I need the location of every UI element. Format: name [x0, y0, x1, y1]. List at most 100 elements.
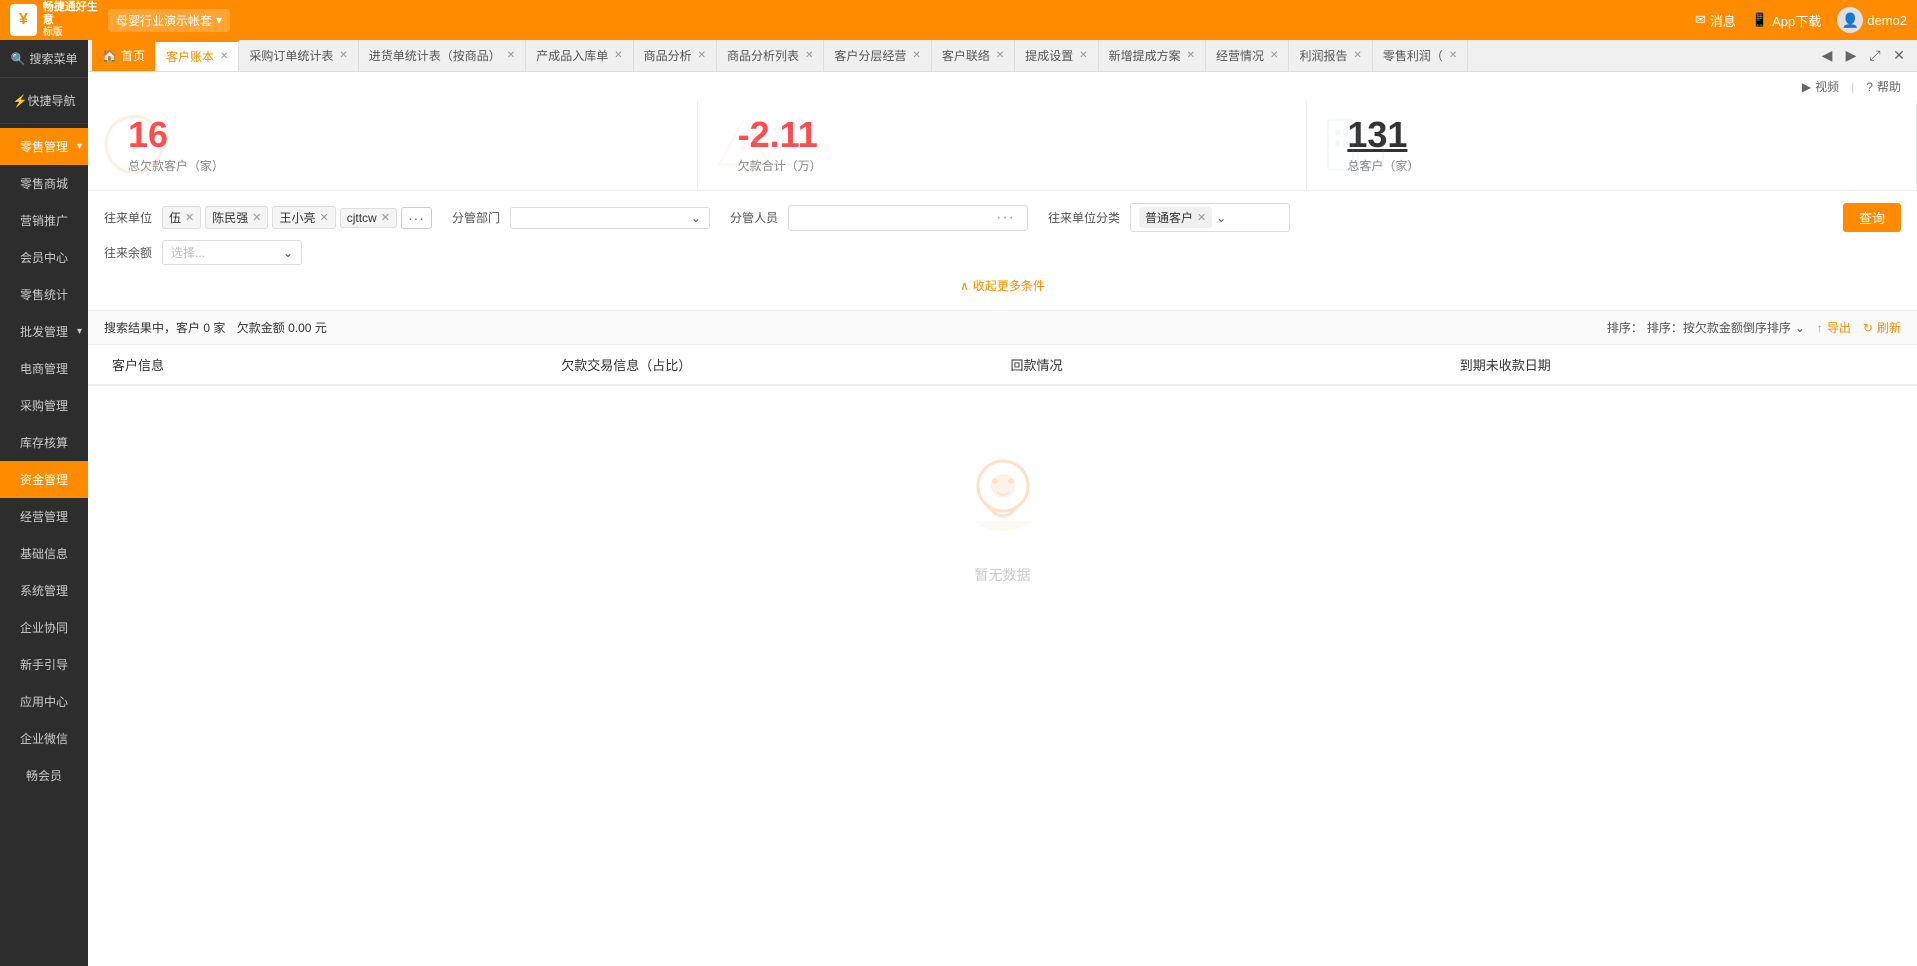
tab-close-product-analysis-list[interactable]: ✕	[805, 50, 813, 61]
sidebar-item-vip[interactable]: 畅会员	[0, 757, 88, 794]
person-select[interactable]: ···	[788, 205, 1028, 231]
collapse-btn[interactable]: ∧ 收起更多条件	[960, 277, 1045, 294]
user-profile[interactable]: 👤 demo2	[1837, 7, 1907, 33]
tab-close-accounts[interactable]: ✕	[220, 51, 228, 62]
sidebar-item-ecommerce[interactable]: 电商管理	[0, 350, 88, 387]
tab-close-retail-profit[interactable]: ✕	[1449, 50, 1457, 61]
tab-product-analysis-list[interactable]: 商品分析列表 ✕	[717, 40, 824, 72]
tab-home[interactable]: 🏠 首页	[92, 40, 156, 72]
sidebar-item-ops[interactable]: 经营管理	[0, 498, 88, 535]
tab-close-purchase-stats[interactable]: ✕	[507, 50, 515, 61]
header-debt-info: 欠款交易信息（占比）	[553, 355, 1002, 374]
sidebar-item-new-guide[interactable]: 新手引导	[0, 646, 88, 683]
account-dropdown[interactable]: 母婴行业演示帐套 ▾	[108, 9, 230, 32]
sidebar-item-label: 会员中心	[20, 249, 68, 266]
tag-wu-close[interactable]: ✕	[185, 211, 194, 224]
sidebar-item-system[interactable]: 系统管理	[0, 572, 88, 609]
tab-add-achievement[interactable]: 新增提成方案 ✕	[1099, 40, 1206, 72]
sidebar-quick-nav: ⚡ 快捷导航	[0, 78, 88, 124]
tag-normal-customer-close[interactable]: ✕	[1197, 211, 1206, 224]
tab-close-purchase-orders[interactable]: ✕	[339, 50, 347, 61]
tab-profit-report[interactable]: 利润报告 ✕	[1289, 40, 1372, 72]
tab-maximize-btn[interactable]: ⤢	[1865, 46, 1885, 66]
header-payment-status: 回款情况	[1003, 355, 1452, 374]
tab-close-add-achievement[interactable]: ✕	[1187, 50, 1195, 61]
sort-label: 排序：	[1607, 319, 1643, 336]
table-body: 暂无数据	[88, 386, 1917, 686]
sidebar-item-marketing[interactable]: 营销推广	[0, 202, 88, 239]
dept-select[interactable]: ⌄	[510, 207, 710, 229]
tag-cjttcw-close[interactable]: ✕	[381, 211, 390, 224]
query-button[interactable]: 查询	[1843, 203, 1901, 232]
tab-close-customer-seg[interactable]: ✕	[912, 50, 920, 61]
tab-close-profit-report[interactable]: ✕	[1353, 50, 1361, 61]
sidebar-menu: 零售管理 ▾ 零售商城 营销推广 会员中心 零售统计 批发管理 ▾	[0, 124, 88, 798]
tab-purchase-orders[interactable]: 采购订单统计表 ✕	[239, 40, 358, 72]
logo-sub: 标版	[43, 27, 98, 39]
from-unit-label: 往来单位	[104, 209, 152, 226]
from-unit-tags: 伍 ✕ 陈民强 ✕ 王小亮 ✕	[162, 206, 432, 229]
filter-row-1: 往来单位 伍 ✕ 陈民强 ✕ 王小亮	[104, 203, 1901, 232]
balance-label: 往来余额	[104, 244, 152, 261]
sidebar-item-retail-stats[interactable]: 零售统计	[0, 276, 88, 313]
category-select[interactable]: 普通客户 ✕ ⌄	[1130, 203, 1290, 232]
sidebar-item-app-center[interactable]: 应用中心	[0, 683, 88, 720]
sort-select[interactable]: 排序： 排序：按欠款金额倒序排序 ⌄	[1607, 319, 1805, 336]
tab-business-status[interactable]: 经营情况 ✕	[1206, 40, 1289, 72]
chevron-right-icon: ▾	[77, 141, 82, 152]
sidebar-item-label: 批发管理	[20, 323, 68, 340]
tab-purchase-stats[interactable]: 进货单统计表（按商品） ✕	[359, 40, 526, 72]
tab-close-business-status[interactable]: ✕	[1270, 50, 1278, 61]
sidebar-item-enterprise-wechat[interactable]: 企业微信	[0, 720, 88, 757]
sidebar-item-label: 采购管理	[20, 397, 68, 414]
sidebar-item-basic-info[interactable]: 基础信息	[0, 535, 88, 572]
sidebar-item-enterprise-collab[interactable]: 企业协同	[0, 609, 88, 646]
tab-customer-contact[interactable]: 客户联络 ✕	[932, 40, 1015, 72]
chevron-down-icon: ⌄	[1216, 211, 1226, 225]
sidebar-item-member[interactable]: 会员中心	[0, 239, 88, 276]
tab-close-promotion-settings[interactable]: ✕	[1079, 50, 1087, 61]
tag-wang-close[interactable]: ✕	[320, 211, 329, 224]
logo-icon: ¥	[10, 4, 37, 36]
export-icon: ↑	[1817, 321, 1823, 335]
tab-prev-btn[interactable]: ◀	[1817, 46, 1837, 66]
tab-close-product-analysis[interactable]: ✕	[698, 50, 706, 61]
export-btn[interactable]: ↑ 导出	[1817, 319, 1851, 336]
more-tags-btn[interactable]: ···	[401, 207, 432, 229]
sidebar-item-finance[interactable]: 资金管理	[0, 461, 88, 498]
sidebar-item-inventory[interactable]: 库存核算	[0, 424, 88, 461]
tab-close-customer-contact[interactable]: ✕	[996, 50, 1004, 61]
sidebar-item-wholesale[interactable]: 批发管理 ▾	[0, 313, 88, 350]
sidebar-item-retail-mgmt[interactable]: 零售管理 ▾	[0, 128, 88, 165]
more-persons-icon: ···	[996, 209, 1015, 227]
sidebar-item-label: 库存核算	[20, 434, 68, 451]
sidebar-quick-nav-item[interactable]: ⚡ 快捷导航	[0, 84, 88, 117]
tag-chen-close[interactable]: ✕	[252, 211, 261, 224]
refresh-btn[interactable]: ↻ 刷新	[1863, 319, 1901, 336]
tab-product-analysis[interactable]: 商品分析 ✕	[634, 40, 717, 72]
tab-close-all-btn[interactable]: ✕	[1889, 46, 1909, 66]
tab-accounts[interactable]: 客户账本 ✕	[156, 40, 239, 72]
sidebar-item-retail-mall[interactable]: 零售商城	[0, 165, 88, 202]
header-customer-info: 客户信息	[104, 355, 553, 374]
app-download-btn[interactable]: 📱 App下载	[1752, 11, 1821, 30]
tab-close-production[interactable]: ✕	[614, 50, 622, 61]
tab-production[interactable]: 产成品入库单 ✕	[526, 40, 633, 72]
data-table: 客户信息 欠款交易信息（占比） 回款情况 到期未收款日期	[88, 345, 1917, 686]
sidebar-item-purchase[interactable]: 采购管理	[0, 387, 88, 424]
message-btn[interactable]: ✉ 消息	[1695, 11, 1736, 30]
tab-customer-seg[interactable]: 客户分层经营 ✕	[824, 40, 931, 72]
video-help-btn[interactable]: ▶ 视频	[1802, 78, 1839, 95]
tab-retail-profit[interactable]: 零售利润（ ✕	[1373, 40, 1468, 72]
chevron-down-icon: ⌄	[283, 246, 293, 260]
tab-next-btn[interactable]: ▶	[1841, 46, 1861, 66]
chevron-up-icon: ∧	[960, 279, 969, 293]
sidebar-item-label: 应用中心	[20, 693, 68, 710]
balance-input[interactable]: 选择... ⌄	[162, 240, 302, 265]
help-btn[interactable]: ? 帮助	[1866, 78, 1901, 95]
collapse-section: ∧ 收起更多条件	[104, 273, 1901, 298]
home-icon: 🏠	[102, 49, 117, 63]
tab-promotion-settings[interactable]: 提成设置 ✕	[1015, 40, 1098, 72]
logo-text: 畅捷通好生意	[43, 1, 98, 27]
sidebar-search[interactable]: 🔍 搜索菜单	[0, 40, 88, 78]
